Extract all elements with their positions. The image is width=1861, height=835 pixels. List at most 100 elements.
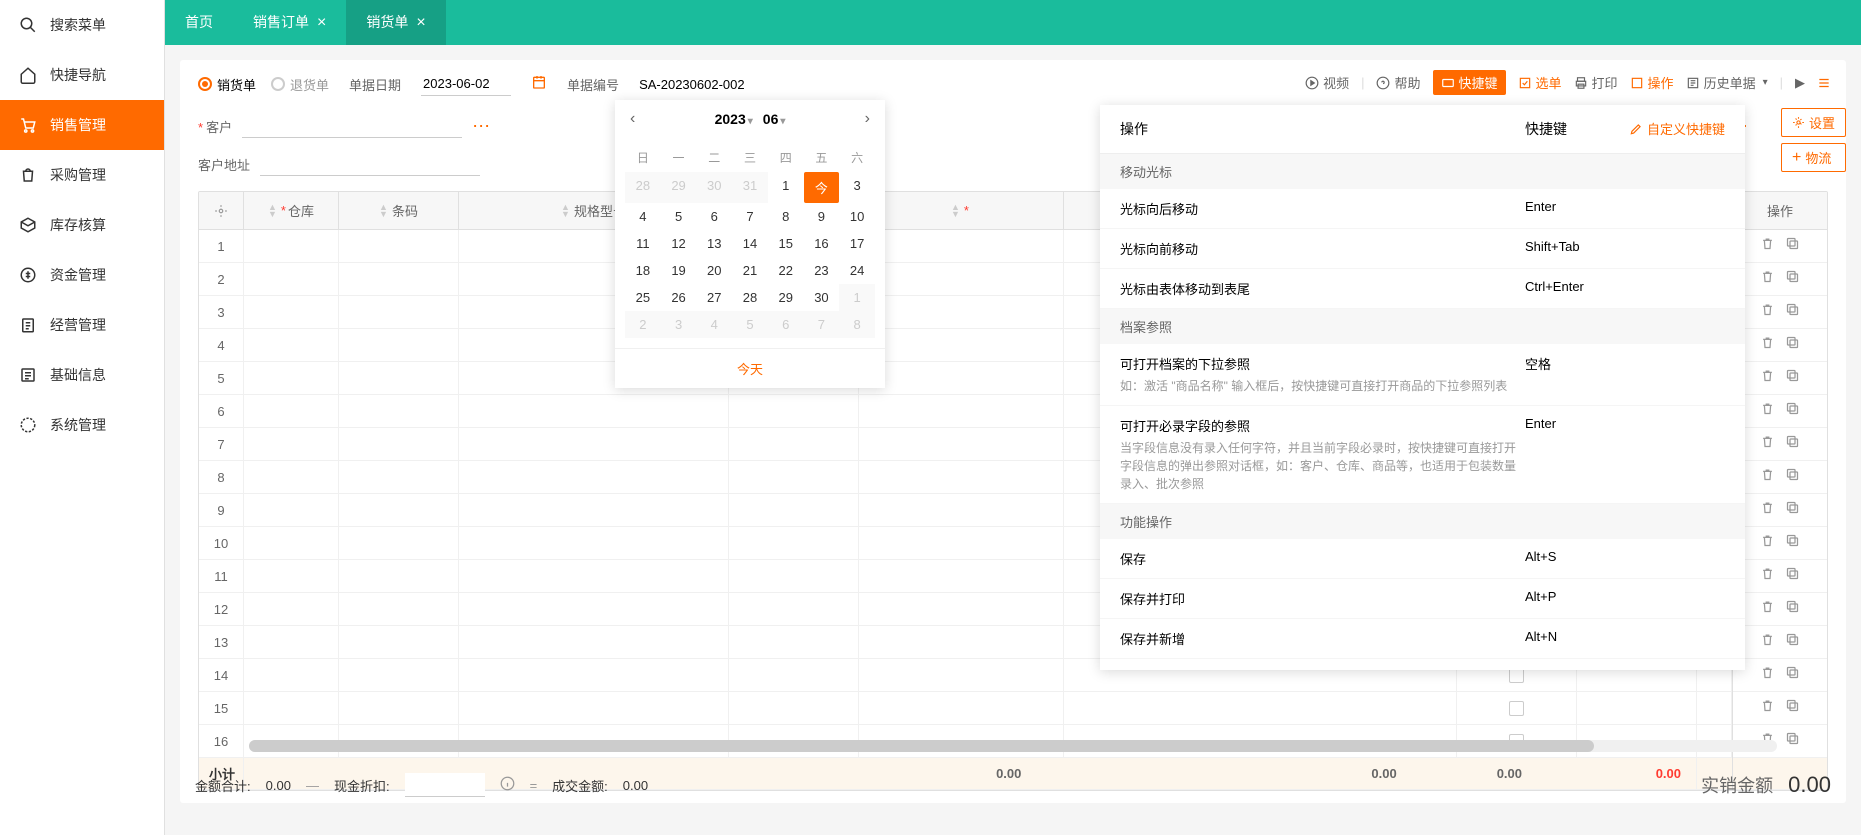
cal-day[interactable]: 25	[625, 284, 661, 311]
sidebar-item-search[interactable]: 搜索菜单	[0, 0, 164, 50]
tab-sales-order[interactable]: 销售订单×	[233, 0, 346, 45]
delete-icon[interactable]	[1760, 632, 1775, 652]
copy-icon[interactable]	[1785, 533, 1800, 553]
cal-day[interactable]: 1	[839, 284, 875, 311]
copy-icon[interactable]	[1785, 599, 1800, 619]
cal-day[interactable]: 2	[625, 311, 661, 338]
cal-day[interactable]: 5	[661, 203, 697, 230]
delete-icon[interactable]	[1760, 302, 1775, 322]
sidebar-item-business[interactable]: 经营管理	[0, 300, 164, 350]
cal-day[interactable]: 22	[768, 257, 804, 284]
nav-menu-button[interactable]	[1817, 76, 1831, 90]
tab-home[interactable]: 首页	[165, 0, 233, 45]
delete-icon[interactable]	[1760, 236, 1775, 256]
table-row[interactable]: 15	[199, 692, 1827, 725]
logistics-button[interactable]: +物流	[1781, 143, 1846, 172]
copy-icon[interactable]	[1785, 698, 1800, 718]
table-header-cell[interactable]: ▲▼*仓库	[244, 192, 339, 229]
nav-prev-button[interactable]: ▶	[1795, 75, 1805, 91]
cal-day[interactable]: 29	[768, 284, 804, 311]
gear-icon[interactable]	[199, 192, 244, 229]
copy-icon[interactable]	[1785, 566, 1800, 586]
cal-day[interactable]: 12	[661, 230, 697, 257]
radio-sales[interactable]: 销货单	[198, 75, 256, 94]
cal-day[interactable]: 26	[661, 284, 697, 311]
delete-icon[interactable]	[1760, 665, 1775, 685]
operate-button[interactable]: 操作	[1630, 73, 1674, 92]
date-input[interactable]	[421, 72, 511, 96]
cal-today-button[interactable]: 今天	[615, 348, 885, 388]
address-input[interactable]	[260, 152, 480, 176]
copy-icon[interactable]	[1785, 236, 1800, 256]
discount-input[interactable]	[405, 773, 485, 797]
copy-icon[interactable]	[1785, 434, 1800, 454]
delete-icon[interactable]	[1760, 434, 1775, 454]
delete-icon[interactable]	[1760, 599, 1775, 619]
video-button[interactable]: 视频	[1305, 73, 1349, 92]
gift-checkbox[interactable]	[1509, 701, 1524, 716]
toggle-icon[interactable]: —	[306, 778, 319, 793]
cal-day[interactable]: 3	[661, 311, 697, 338]
copy-icon[interactable]	[1785, 467, 1800, 487]
cal-day[interactable]: 30	[804, 284, 840, 311]
customer-input[interactable]	[242, 114, 462, 138]
sidebar-item-sales[interactable]: 销售管理	[0, 100, 164, 150]
cal-day[interactable]: 4	[625, 203, 661, 230]
cal-day[interactable]: 21	[732, 257, 768, 284]
cal-day[interactable]: 今	[804, 172, 840, 203]
cal-day[interactable]: 30	[696, 172, 732, 203]
delete-icon[interactable]	[1760, 500, 1775, 520]
cal-day[interactable]: 11	[625, 230, 661, 257]
cal-day[interactable]: 23	[804, 257, 840, 284]
sidebar-item-purchase[interactable]: 采购管理	[0, 150, 164, 200]
delete-icon[interactable]	[1760, 335, 1775, 355]
copy-icon[interactable]	[1785, 335, 1800, 355]
table-header-cell[interactable]: ▲▼*	[859, 192, 1064, 229]
cal-day[interactable]: 15	[768, 230, 804, 257]
sidebar-item-funds[interactable]: 资金管理	[0, 250, 164, 300]
sidebar-item-inventory[interactable]: 库存核算	[0, 200, 164, 250]
cal-day[interactable]: 9	[804, 203, 840, 230]
select-order-button[interactable]: 选单	[1518, 73, 1562, 92]
cal-day[interactable]: 14	[732, 230, 768, 257]
copy-icon[interactable]	[1785, 632, 1800, 652]
copy-icon[interactable]	[1785, 665, 1800, 685]
horizontal-scrollbar[interactable]	[249, 740, 1777, 752]
calendar-icon[interactable]	[531, 74, 547, 95]
cal-day[interactable]: 29	[661, 172, 697, 203]
copy-icon[interactable]	[1785, 302, 1800, 322]
close-icon[interactable]: ×	[317, 0, 326, 45]
copy-icon[interactable]	[1785, 500, 1800, 520]
radio-return[interactable]: 退货单	[271, 75, 329, 94]
print-button[interactable]: 打印	[1574, 73, 1618, 92]
cal-day[interactable]: 3	[839, 172, 875, 203]
history-button[interactable]: 历史单据▾	[1686, 73, 1768, 92]
help-button[interactable]: 帮助	[1376, 73, 1420, 92]
delete-icon[interactable]	[1760, 368, 1775, 388]
delete-icon[interactable]	[1760, 401, 1775, 421]
sidebar-item-system[interactable]: 系统管理	[0, 400, 164, 450]
cal-day[interactable]: 7	[804, 311, 840, 338]
cal-day[interactable]: 4	[696, 311, 732, 338]
tab-sales-invoice[interactable]: 销货单×	[346, 0, 445, 45]
cal-next-button[interactable]: ›	[865, 110, 870, 128]
cal-day[interactable]: 8	[768, 203, 804, 230]
cal-day[interactable]: 7	[732, 203, 768, 230]
cal-day[interactable]: 6	[696, 203, 732, 230]
ellipsis-icon[interactable]: ⋯	[472, 116, 490, 137]
cal-day[interactable]: 6	[768, 311, 804, 338]
copy-icon[interactable]	[1785, 401, 1800, 421]
cal-day[interactable]: 5	[732, 311, 768, 338]
custom-shortcuts-button[interactable]: 自定义快捷键	[1629, 119, 1725, 138]
cal-day[interactable]: 20	[696, 257, 732, 284]
cal-day[interactable]: 1	[768, 172, 804, 203]
cal-day[interactable]: 19	[661, 257, 697, 284]
cal-day[interactable]: 10	[839, 203, 875, 230]
cal-day[interactable]: 27	[696, 284, 732, 311]
cal-day[interactable]: 8	[839, 311, 875, 338]
info-icon[interactable]	[500, 776, 515, 794]
copy-icon[interactable]	[1785, 269, 1800, 289]
cal-day[interactable]: 17	[839, 230, 875, 257]
copy-icon[interactable]	[1785, 368, 1800, 388]
delete-icon[interactable]	[1760, 566, 1775, 586]
